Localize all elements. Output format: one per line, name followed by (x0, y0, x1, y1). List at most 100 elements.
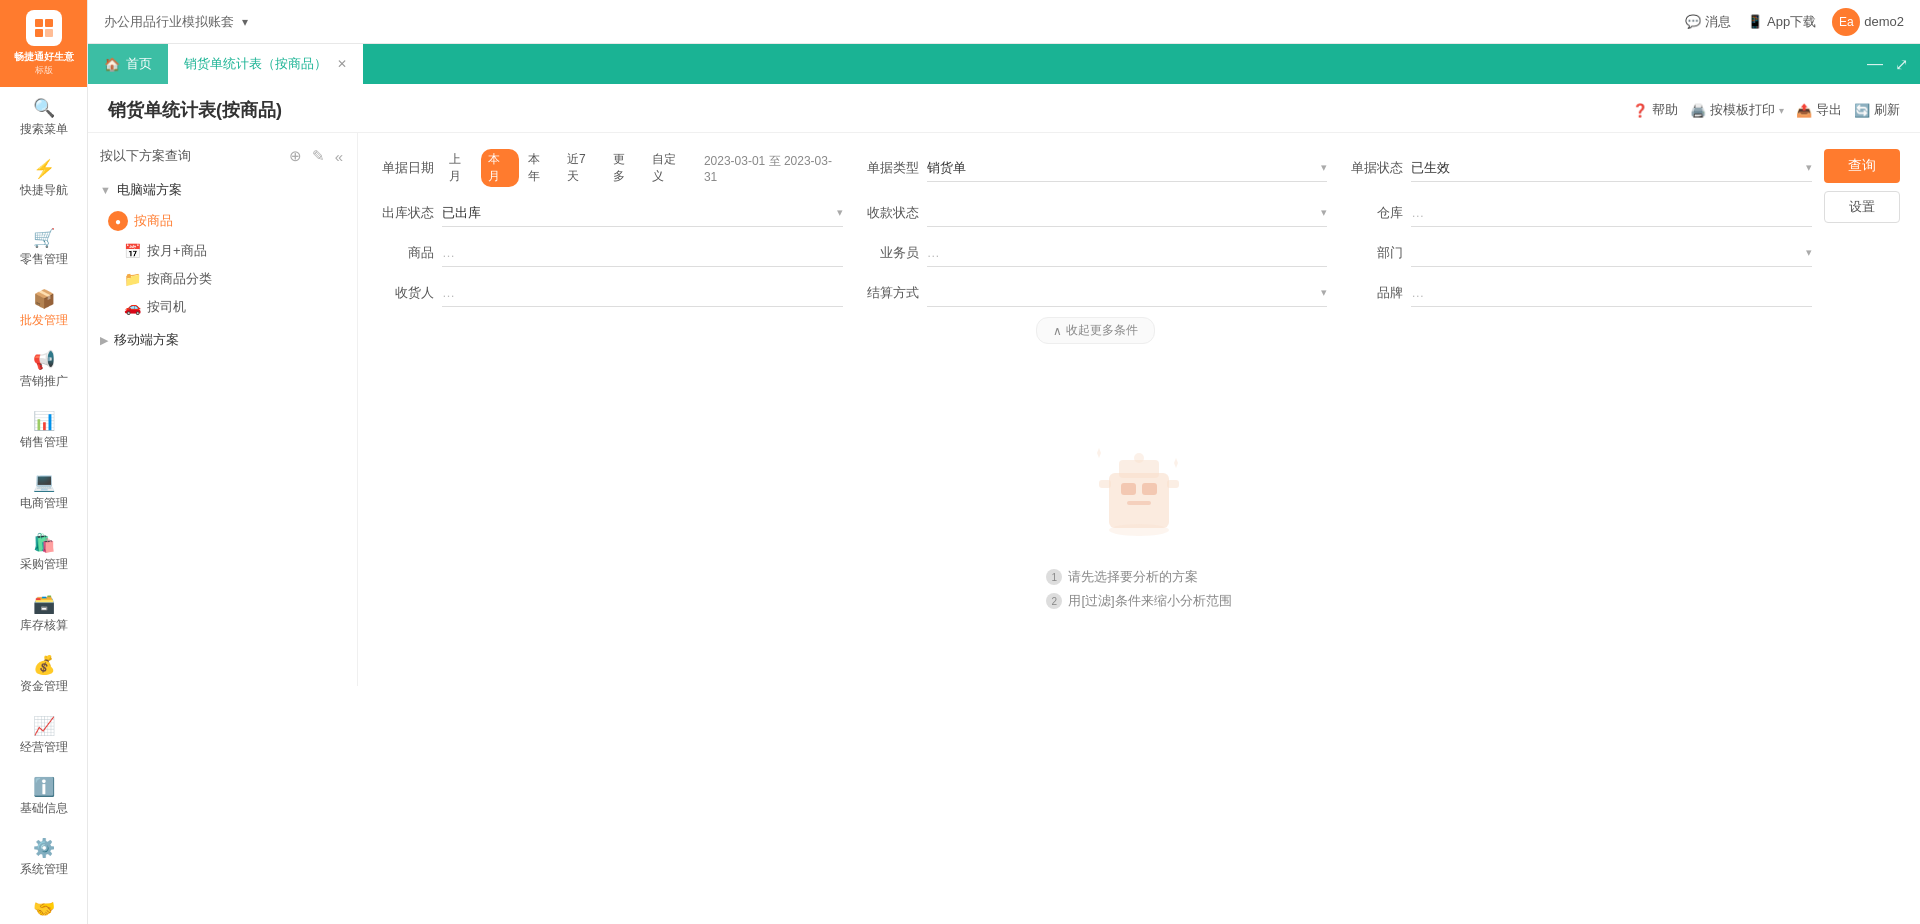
content-area: 销货单统计表(按商品) ❓ 帮助 🖨️ 按模板打印 ▾ 📤 导出 (88, 84, 1920, 924)
query-filters: 单据日期 上月 本月 本年 近7天 更多 自定义 (378, 149, 1812, 348)
outbound-select[interactable]: 已出库 ▾ (442, 199, 843, 227)
outbound-value: 已出库 (442, 204, 833, 222)
collapse-panel-button[interactable]: « (333, 146, 345, 167)
sidebar-item-retail[interactable]: 🛒 零售管理 (0, 217, 87, 278)
storage-input[interactable]: … (1411, 199, 1812, 227)
brand-input[interactable]: … (1411, 279, 1812, 307)
tree-item-by-category[interactable]: 📁 按商品分类 (88, 265, 357, 293)
filter-doc-type: 单据类型 销货单 ▾ (863, 149, 1328, 187)
sidebar-item-quicknav[interactable]: ⚡ 快捷导航 (0, 148, 87, 209)
sidebar-item-marketing[interactable]: 📢 营销推广 (0, 339, 87, 400)
goods-label: 商品 (378, 244, 434, 262)
settings-button[interactable]: 设置 (1824, 191, 1900, 223)
calendar-icon: 📅 (124, 243, 141, 259)
outbound-label: 出库状态 (378, 204, 434, 222)
empty-tips: 1 请先选择要分析的方案 2 用[过滤]条件来缩小分析范围 (1046, 568, 1231, 610)
tab-maximize-button[interactable]: ⤢ (1893, 53, 1910, 76)
app-download-button[interactable]: 📱 App下载 (1747, 13, 1816, 31)
sidebar-item-wholesale[interactable]: 📦 批发管理 (0, 278, 87, 339)
date-btn-7days[interactable]: 近7天 (560, 149, 604, 187)
category-icon: 📁 (124, 271, 141, 287)
doc-status-select[interactable]: 已生效 ▾ (1411, 154, 1812, 182)
svg-point-11 (1134, 453, 1144, 463)
print-button[interactable]: 🖨️ 按模板打印 ▾ (1690, 101, 1784, 119)
sidebar-item-enterprise-collab[interactable]: 🤝 企业协同 (0, 888, 87, 924)
edit-scheme-button[interactable]: ✎ (310, 145, 327, 167)
query-button[interactable]: 查询 (1824, 149, 1900, 183)
collection-label: 收款状态 (863, 204, 919, 222)
page-container: 销货单统计表(按商品) ❓ 帮助 🖨️ 按模板打印 ▾ 📤 导出 (88, 84, 1920, 924)
filter-panel: 按以下方案查询 ⊕ ✎ « ▼ 电脑端方案 ● 按商品 (88, 133, 358, 686)
goods-input[interactable]: … (442, 239, 843, 267)
industry-dropdown[interactable]: ▾ (242, 15, 248, 29)
query-area: 单据日期 上月 本月 本年 近7天 更多 自定义 (378, 149, 1900, 348)
collection-arrow: ▾ (1321, 206, 1327, 219)
sidebar-item-inventory[interactable]: 🗃️ 库存核算 (0, 583, 87, 644)
salesperson-input[interactable]: … (927, 239, 1328, 267)
salesperson-dots: … (927, 245, 1328, 260)
sidebar-item-search[interactable]: 🔍 搜索菜单 (0, 87, 87, 148)
main-area: 办公用品行业模拟账套 ▾ 💬 消息 📱 App下载 Ea demo2 🏠 首页 (88, 0, 1920, 924)
app-logo[interactable]: 畅捷通好生意 标版 (0, 0, 88, 87)
filter-row-4: 收货人 … 结算方式 ▾ (378, 279, 1812, 307)
date-btn-this-month[interactable]: 本月 (481, 149, 518, 187)
salesperson-label: 业务员 (863, 244, 919, 262)
goods-dots: … (442, 245, 843, 260)
filter-row-1: 单据日期 上月 本月 本年 近7天 更多 自定义 (378, 149, 1812, 187)
settlement-select[interactable]: ▾ (927, 279, 1328, 307)
refresh-button[interactable]: 🔄 刷新 (1854, 101, 1900, 119)
system-icon: ⚙️ (33, 837, 55, 859)
filter-salesperson: 业务员 … (863, 239, 1328, 267)
add-scheme-button[interactable]: ⊕ (287, 145, 304, 167)
filter-goods: 商品 … (378, 239, 843, 267)
tab-sales-statistics[interactable]: 销货单统计表（按商品） ✕ (168, 44, 363, 84)
settlement-arrow: ▾ (1321, 286, 1327, 299)
message-button[interactable]: 💬 消息 (1685, 13, 1731, 31)
export-button[interactable]: 📤 导出 (1796, 101, 1842, 119)
doc-type-select[interactable]: 销货单 ▾ (927, 154, 1328, 182)
filter-dept: 部门 ▾ (1347, 239, 1812, 267)
filter-brand: 品牌 … (1347, 279, 1812, 307)
tree-item-by-goods[interactable]: ● 按商品 (88, 205, 357, 237)
tree-category-mobile[interactable]: ▶ 移动端方案 (88, 325, 357, 355)
storage-label: 仓库 (1347, 204, 1403, 222)
svg-rect-9 (1167, 480, 1179, 488)
tab-close-button[interactable]: ✕ (337, 57, 347, 71)
help-button[interactable]: ❓ 帮助 (1632, 101, 1678, 119)
inventory-icon: 🗃️ (33, 593, 55, 615)
date-btn-more[interactable]: 更多 (606, 149, 643, 187)
sidebar-item-basic-info[interactable]: ℹ️ 基础信息 (0, 766, 87, 827)
export-icon: 📤 (1796, 103, 1812, 118)
empty-tip-2: 2 用[过滤]条件来缩小分析范围 (1046, 592, 1231, 610)
sidebar-item-operations[interactable]: 📈 经营管理 (0, 705, 87, 766)
print-icon: 🖨️ (1690, 103, 1706, 118)
empty-tip-1: 1 请先选择要分析的方案 (1046, 568, 1231, 586)
date-range-text: 2023-03-01 至 2023-03-31 (704, 153, 843, 184)
page-title: 销货单统计表(按商品) (108, 98, 282, 122)
message-icon: 💬 (1685, 14, 1701, 29)
tab-minimize-button[interactable]: — (1865, 53, 1885, 75)
sidebar-item-purchase[interactable]: 🛍️ 采购管理 (0, 522, 87, 583)
sidebar-item-ecommerce[interactable]: 💻 电商管理 (0, 461, 87, 522)
doc-status-arrow: ▾ (1806, 161, 1812, 174)
svg-rect-6 (1142, 483, 1157, 495)
dept-select[interactable]: ▾ (1411, 239, 1812, 267)
sidebar-item-finance[interactable]: 💰 资金管理 (0, 644, 87, 705)
date-btn-custom[interactable]: 自定义 (645, 149, 694, 187)
sidebar-item-system[interactable]: ⚙️ 系统管理 (0, 827, 87, 888)
doc-type-arrow: ▾ (1321, 161, 1327, 174)
tab-bar: 🏠 首页 销货单统计表（按商品） ✕ — ⤢ (88, 44, 1920, 84)
tree-category-pc[interactable]: ▼ 电脑端方案 (88, 175, 357, 205)
refresh-icon: 🔄 (1854, 103, 1870, 118)
collapse-button[interactable]: ∧ 收起更多条件 (1036, 317, 1155, 344)
filter-storage: 仓库 … (1347, 199, 1812, 227)
tree-item-by-driver[interactable]: 🚗 按司机 (88, 293, 357, 321)
date-btn-last-month[interactable]: 上月 (442, 149, 479, 187)
user-avatar[interactable]: Ea demo2 (1832, 8, 1904, 36)
date-btn-this-year[interactable]: 本年 (521, 149, 558, 187)
tab-home[interactable]: 🏠 首页 (88, 44, 168, 84)
tree-item-by-month-goods[interactable]: 📅 按月+商品 (88, 237, 357, 265)
sidebar-item-sales[interactable]: 📊 销售管理 (0, 400, 87, 461)
receiver-input[interactable]: … (442, 279, 843, 307)
collection-select[interactable]: ▾ (927, 199, 1328, 227)
